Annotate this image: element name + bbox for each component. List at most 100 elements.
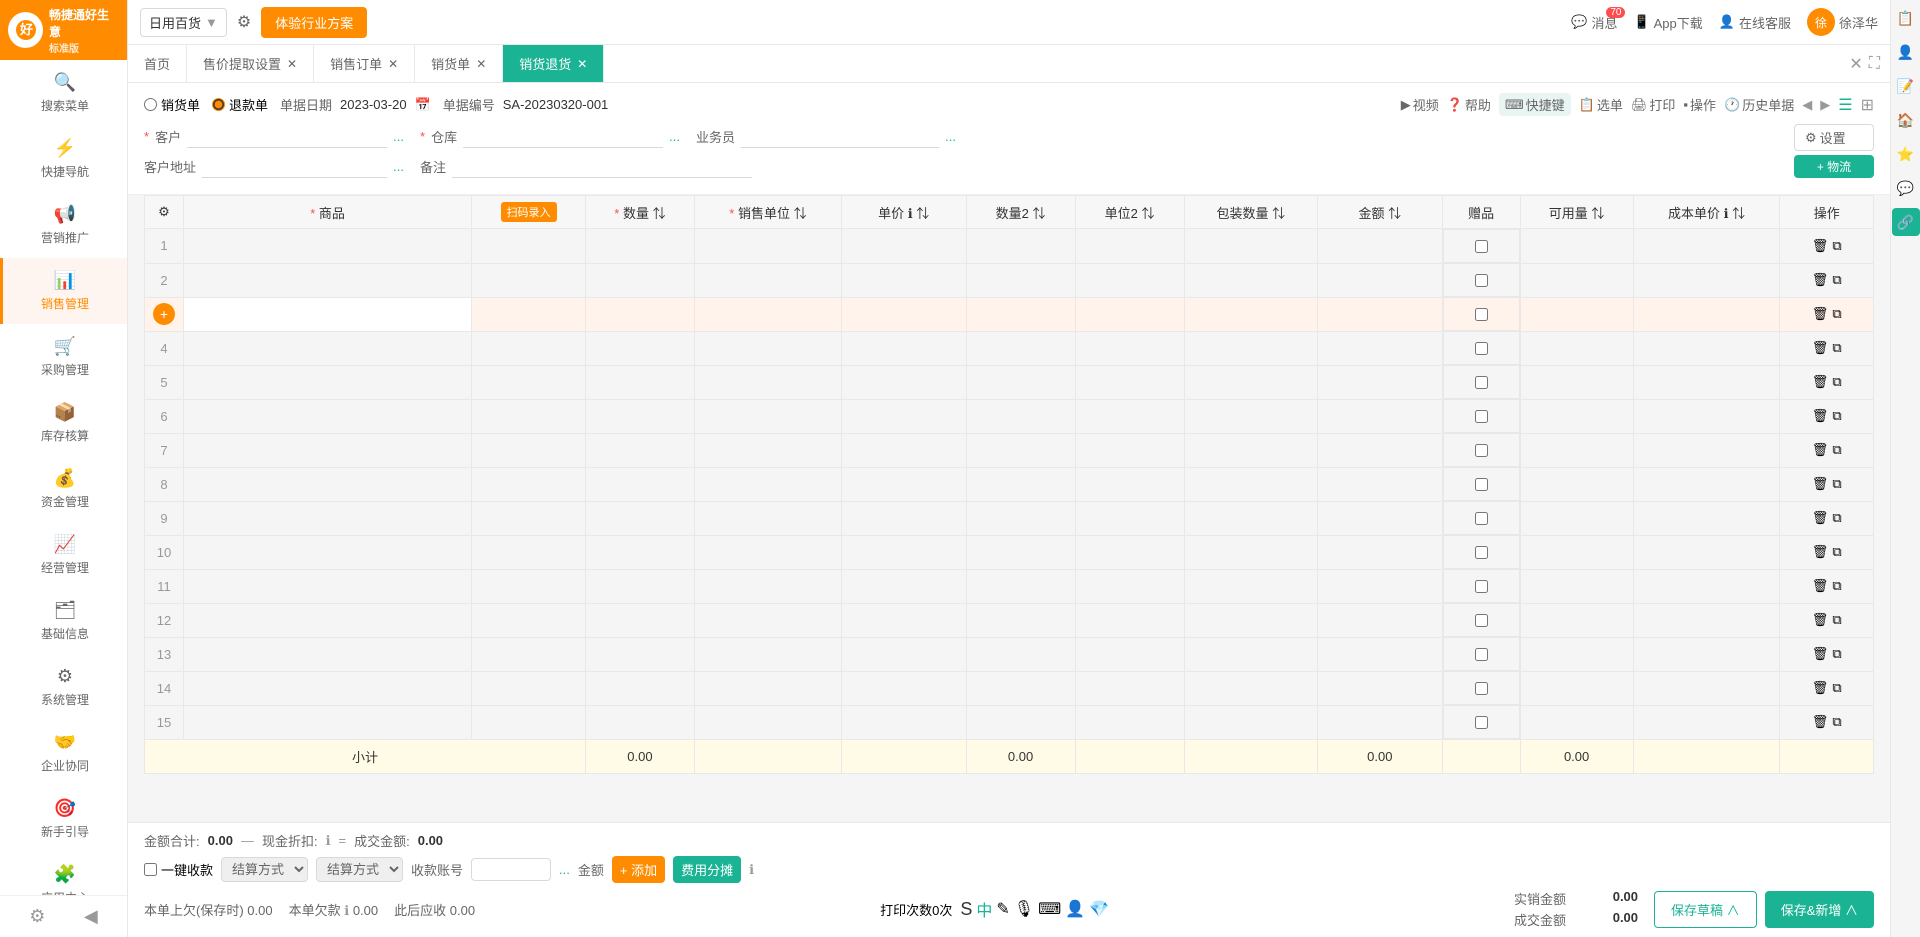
tab-maximize-icon[interactable]: ⛶: [1869, 55, 1880, 73]
gift-checkbox-6[interactable]: [1475, 410, 1488, 423]
gift-checkbox-2[interactable]: [1475, 274, 1488, 287]
warehouse-ellipsis-btn[interactable]: ...: [669, 129, 680, 144]
list-view-icon[interactable]: ☰: [1838, 95, 1852, 115]
sidebar-item-search[interactable]: 🔍 搜索菜单: [0, 60, 127, 126]
gift-checkbox-12[interactable]: [1475, 614, 1488, 627]
copy-row-9-icon[interactable]: ⧉: [1832, 510, 1841, 526]
customer-ellipsis-btn[interactable]: ...: [393, 129, 404, 144]
collapse-icon[interactable]: ◀: [84, 906, 98, 927]
radio-return[interactable]: 退款单: [212, 95, 268, 114]
gift-checkbox-9[interactable]: [1475, 512, 1488, 525]
copy-row-11-icon[interactable]: ⧉: [1832, 578, 1841, 594]
delete-row-15-icon[interactable]: 🗑: [1812, 714, 1829, 730]
sidebar-item-marketing[interactable]: 📢 营销推广: [0, 192, 127, 258]
copy-row-2-icon[interactable]: ⧉: [1832, 272, 1841, 288]
copy-row-13-icon[interactable]: ⧉: [1832, 646, 1841, 662]
calculate-select[interactable]: 结算方式: [316, 857, 403, 882]
fee-split-btn[interactable]: 费用分摊: [673, 856, 741, 883]
gift-checkbox-1[interactable]: [1475, 240, 1488, 253]
gift-checkbox-5[interactable]: [1475, 376, 1488, 389]
right-panel-icon-6[interactable]: 💬: [1892, 174, 1920, 202]
tool2-icon[interactable]: ✎: [996, 899, 1009, 919]
salesperson-input[interactable]: 选择...: [741, 124, 939, 148]
settings-footer-icon[interactable]: ⚙: [29, 906, 45, 927]
save-new-btn[interactable]: 保存&新增 ∧: [1765, 891, 1874, 928]
address-ellipsis-btn[interactable]: ...: [393, 159, 404, 174]
tab-close-sales-icon[interactable]: ✕: [476, 57, 486, 71]
sidebar-item-sales[interactable]: 📊 销售管理: [0, 258, 127, 324]
prev-record-icon[interactable]: ◀: [1802, 97, 1812, 113]
tool3-icon[interactable]: 🎙: [1014, 899, 1034, 919]
tab-close-return-icon[interactable]: ✕: [577, 57, 587, 71]
print-btn[interactable]: 🖨 打印: [1631, 95, 1676, 114]
fee-split-info-icon[interactable]: ℹ: [749, 862, 754, 878]
delete-row-8-icon[interactable]: 🗑: [1812, 476, 1829, 492]
sidebar-item-basic[interactable]: 🗂 基础信息: [0, 588, 127, 654]
delete-row-2-icon[interactable]: 🗑: [1812, 272, 1829, 288]
delete-row-3-icon[interactable]: 🗑: [1812, 306, 1829, 322]
right-panel-icon-7[interactable]: 🔗: [1892, 208, 1920, 236]
account-input[interactable]: 账号: [471, 858, 551, 881]
save-draft-btn[interactable]: 保存草稿 ∧: [1654, 891, 1757, 928]
warehouse-input[interactable]: 总仓: [463, 124, 663, 148]
copy-row-3-icon[interactable]: ⧉: [1832, 306, 1841, 322]
delete-row-13-icon[interactable]: 🗑: [1812, 646, 1829, 662]
salesperson-ellipsis-btn[interactable]: ...: [945, 129, 956, 144]
copy-row-5-icon[interactable]: ⧉: [1832, 374, 1841, 390]
one-click-checkbox[interactable]: [144, 863, 157, 876]
tool4-icon[interactable]: ⌨: [1038, 899, 1061, 919]
next-record-icon[interactable]: ▶: [1820, 97, 1830, 113]
message-btn[interactable]: 💬 消息 70: [1571, 13, 1617, 32]
copy-row-6-icon[interactable]: ⧉: [1832, 408, 1841, 424]
right-panel-icon-4[interactable]: 🏠: [1892, 106, 1920, 134]
gift-checkbox-4[interactable]: [1475, 342, 1488, 355]
copy-row-10-icon[interactable]: ⧉: [1832, 544, 1841, 560]
copy-row-4-icon[interactable]: ⧉: [1832, 340, 1841, 356]
copy-row-12-icon[interactable]: ⧉: [1832, 612, 1841, 628]
right-panel-icon-3[interactable]: 📝: [1892, 72, 1920, 100]
sidebar-item-management[interactable]: 📈 经营管理: [0, 522, 127, 588]
add-row-btn[interactable]: +: [153, 303, 175, 325]
address-input[interactable]: [202, 154, 387, 178]
delete-row-11-icon[interactable]: 🗑: [1812, 578, 1829, 594]
trial-btn[interactable]: 体验行业方案: [261, 7, 367, 38]
discount-info-icon[interactable]: ℹ: [326, 833, 331, 849]
tab-sales-return[interactable]: 销货退货 ✕: [503, 45, 604, 83]
sidebar-item-finance[interactable]: 💰 资金管理: [0, 456, 127, 522]
right-panel-icon-5[interactable]: ⭐: [1892, 140, 1920, 168]
operate-btn[interactable]: ▪ 操作: [1683, 95, 1716, 114]
gift-checkbox-10[interactable]: [1475, 546, 1488, 559]
gift-checkbox-8[interactable]: [1475, 478, 1488, 491]
delete-row-7-icon[interactable]: 🗑: [1812, 442, 1829, 458]
delete-row-14-icon[interactable]: 🗑: [1812, 680, 1829, 696]
delete-row-5-icon[interactable]: 🗑: [1812, 374, 1829, 390]
one-click-payment-check[interactable]: 一键收款: [144, 860, 213, 879]
copy-row-8-icon[interactable]: ⧉: [1832, 476, 1841, 492]
sidebar-item-system[interactable]: ⚙ 系统管理: [0, 654, 127, 720]
history-btn[interactable]: 🕐 历史单据: [1724, 95, 1794, 114]
column-setting-btn[interactable]: ⚙ 设置: [1794, 124, 1874, 151]
user-profile[interactable]: 徐 徐泽华: [1807, 8, 1878, 36]
shortcut-btn[interactable]: ⌨ 快捷键: [1499, 93, 1571, 116]
delete-row-1-icon[interactable]: 🗑: [1812, 238, 1829, 254]
sidebar-item-quicknav[interactable]: ⚡ 快捷导航: [0, 126, 127, 192]
sidebar-item-appstore[interactable]: 🧩 应用中心: [0, 852, 127, 895]
company-selector[interactable]: 日用百货 ▼: [140, 8, 227, 37]
sidebar-item-enterprise[interactable]: 🤝 企业协同: [0, 720, 127, 786]
notes-input[interactable]: [452, 154, 752, 178]
delete-row-9-icon[interactable]: 🗑: [1812, 510, 1829, 526]
topbar-gear-icon[interactable]: ⚙: [233, 8, 255, 36]
video-btn[interactable]: ▶ 视频: [1401, 95, 1439, 114]
delete-row-4-icon[interactable]: 🗑: [1812, 340, 1829, 356]
copy-row-15-icon[interactable]: ⧉: [1832, 714, 1841, 730]
account-ellipsis-btn[interactable]: ...: [559, 862, 570, 877]
tab-sales-order[interactable]: 销售订单 ✕: [314, 45, 415, 83]
gift-checkbox-15[interactable]: [1475, 716, 1488, 729]
gift-checkbox-7[interactable]: [1475, 444, 1488, 457]
calendar-icon[interactable]: 📅: [415, 97, 431, 113]
gift-checkbox-11[interactable]: [1475, 580, 1488, 593]
tab-home[interactable]: 首页: [128, 45, 187, 83]
gift-checkbox-13[interactable]: [1475, 648, 1488, 661]
copy-row-7-icon[interactable]: ⧉: [1832, 442, 1841, 458]
radio-sales-input[interactable]: [144, 98, 157, 111]
